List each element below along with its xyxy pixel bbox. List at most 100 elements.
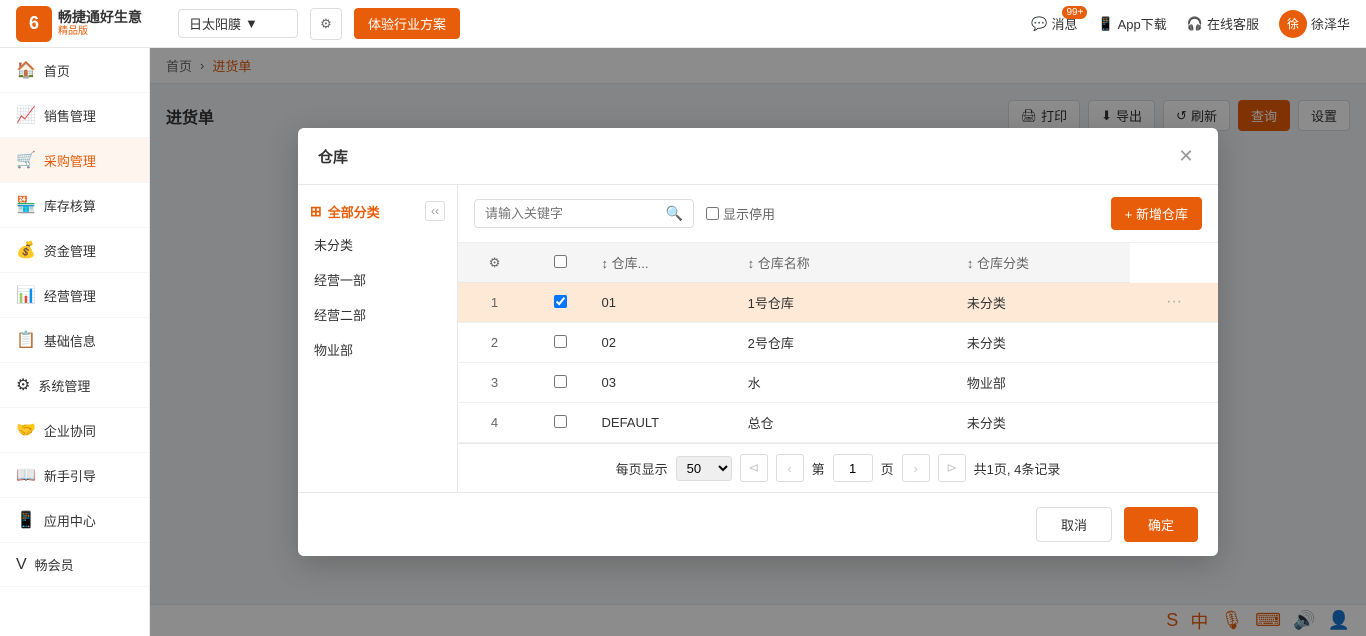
sort-icon-name: ↕	[748, 256, 755, 271]
category-item-property[interactable]: 物业部	[298, 332, 457, 367]
dialog-close-button[interactable]: ✕	[1174, 144, 1198, 168]
next-page-button[interactable]: ›	[902, 454, 930, 482]
sidebar-label-business: 经营管理	[44, 286, 96, 305]
sales-icon: 📈	[16, 105, 36, 125]
table-row[interactable]: 4 DEFAULT 总仓 未分类	[458, 403, 1218, 443]
enterprise-icon: 🤝	[16, 420, 36, 440]
sort-icon-cat: ↕	[967, 256, 974, 271]
last-page-button[interactable]: ⊳	[938, 454, 966, 482]
select-all-checkbox[interactable]	[554, 255, 567, 268]
table-row[interactable]: 2 02 2号仓库 未分类	[458, 323, 1218, 363]
sidebar-item-system[interactable]: ⚙ 系统管理	[0, 363, 149, 408]
per-page-label: 每页显示	[616, 459, 668, 478]
message-button[interactable]: 💬 消息 99+	[1031, 14, 1077, 33]
home-icon: 🏠	[16, 60, 36, 80]
show-disabled-label[interactable]: 显示停用	[706, 204, 775, 223]
row-code: 02	[590, 323, 736, 363]
first-page-button[interactable]: ⊲	[740, 454, 768, 482]
sidebar-label-vip: 畅会员	[35, 555, 74, 574]
row-number: 1	[458, 283, 531, 323]
sidebar-label-sales: 销售管理	[44, 106, 96, 125]
category-item-ops1[interactable]: 经营一部	[298, 262, 457, 297]
show-disabled-text: 显示停用	[723, 204, 775, 223]
dialog-header: 仓库 ✕	[298, 128, 1218, 185]
sidebar-item-sales[interactable]: 📈 销售管理	[0, 93, 149, 138]
purchase-icon: 🛒	[16, 150, 36, 170]
all-categories-label: 全部分类	[328, 202, 380, 221]
sidebar-label-finance: 资金管理	[44, 241, 96, 260]
row-name: 2号仓库	[736, 323, 955, 363]
avatar: 徐	[1279, 10, 1307, 38]
pagination-bar: 每页显示 50 100 200 ⊲ ‹ 第 页 ›	[458, 443, 1218, 492]
search-input[interactable]	[485, 206, 660, 221]
sidebar-item-purchase[interactable]: 🛒 采购管理	[0, 138, 149, 183]
system-icon: ⚙	[16, 375, 30, 395]
dialog-title: 仓库	[318, 146, 348, 167]
app-download-button[interactable]: 📱 App下载	[1097, 14, 1166, 33]
confirm-button[interactable]: 确定	[1124, 507, 1198, 542]
sidebar-item-inventory[interactable]: 🏪 库存核算	[0, 183, 149, 228]
vip-icon: V	[16, 556, 27, 574]
total-info: 共1页, 4条记录	[974, 459, 1061, 478]
sidebar-label-basic-info: 基础信息	[44, 331, 96, 350]
settings-gear-button[interactable]: ⚙	[310, 8, 342, 40]
sidebar-item-guide[interactable]: 📖 新手引导	[0, 453, 149, 498]
table-row[interactable]: 1 01 1号仓库 未分类 ···	[458, 283, 1218, 323]
dialog-body: ⊞ 全部分类 ‹‹ 未分类 经营一部 经营二部 物业部	[298, 185, 1218, 492]
row-category: 未分类	[955, 323, 1130, 363]
category-item-ops2[interactable]: 经营二部	[298, 297, 457, 332]
online-service-button[interactable]: 🎧 在线客服	[1187, 14, 1259, 33]
trial-button[interactable]: 体验行业方案	[354, 8, 460, 39]
row-number: 3	[458, 363, 531, 403]
sidebar-item-basic-info[interactable]: 📋 基础信息	[0, 318, 149, 363]
store-selector[interactable]: 日太阳膜 ▼	[178, 9, 298, 38]
row-checkbox[interactable]	[554, 295, 567, 308]
row-more-actions[interactable]: ···	[1166, 293, 1182, 310]
row-code: 01	[590, 283, 736, 323]
user-menu-button[interactable]: 徐 徐泽华	[1279, 10, 1350, 38]
row-category: 未分类	[955, 283, 1130, 323]
sidebar-item-vip[interactable]: V 畅会员	[0, 543, 149, 587]
sidebar-item-business[interactable]: 📊 经营管理	[0, 273, 149, 318]
sidebar-item-enterprise[interactable]: 🤝 企业协同	[0, 408, 149, 453]
row-checkbox[interactable]	[554, 375, 567, 388]
cancel-button[interactable]: 取消	[1036, 507, 1112, 542]
online-service-label: 在线客服	[1207, 14, 1259, 33]
mobile-icon: 📱	[1097, 16, 1113, 32]
page-label: 页	[881, 459, 894, 478]
all-categories-button[interactable]: ⊞ 全部分类	[310, 202, 380, 221]
gear-icon: ⚙	[320, 16, 332, 32]
logo-main-text: 畅捷通好生意	[58, 9, 142, 26]
sidebar-label-system: 系统管理	[38, 376, 90, 395]
category-panel: ⊞ 全部分类 ‹‹ 未分类 经营一部 经营二部 物业部	[298, 185, 458, 492]
dropdown-arrow-icon: ▼	[245, 16, 258, 31]
prev-page-button[interactable]: ‹	[776, 454, 804, 482]
sidebar-item-finance[interactable]: 💰 资金管理	[0, 228, 149, 273]
table-header-checkbox	[531, 243, 589, 283]
category-collapse-button[interactable]: ‹‹	[425, 201, 445, 221]
per-page-select[interactable]: 50 100 200	[676, 456, 732, 481]
category-header: ⊞ 全部分类 ‹‹	[298, 195, 457, 227]
store-name: 日太阳膜	[189, 14, 241, 33]
category-item-unclassified[interactable]: 未分类	[298, 227, 457, 262]
table-row[interactable]: 3 03 水 物业部	[458, 363, 1218, 403]
top-header: 6 畅捷通好生意 精品版 日太阳膜 ▼ ⚙ 体验行业方案 💬 消息 99+ 📱 …	[0, 0, 1366, 48]
finance-icon: 💰	[16, 240, 36, 260]
show-disabled-checkbox[interactable]	[706, 207, 719, 220]
sidebar-item-home[interactable]: 🏠 首页	[0, 48, 149, 93]
dialog-overlay[interactable]: 仓库 ✕ ⊞ 全部分类 ‹‹ 未分类	[150, 48, 1366, 636]
row-checkbox-cell	[531, 403, 589, 443]
header-right: 💬 消息 99+ 📱 App下载 🎧 在线客服 徐 徐泽华	[1031, 10, 1350, 38]
sidebar-label-purchase: 采购管理	[44, 151, 96, 170]
search-input-wrap: 🔍	[474, 199, 694, 228]
row-number: 4	[458, 403, 531, 443]
row-checkbox[interactable]	[554, 415, 567, 428]
apps-icon: 📱	[16, 510, 36, 530]
row-category: 物业部	[955, 363, 1130, 403]
row-checkbox[interactable]	[554, 335, 567, 348]
sidebar-item-apps[interactable]: 📱 应用中心	[0, 498, 149, 543]
page-number-input[interactable]	[833, 454, 873, 482]
search-icon[interactable]: 🔍	[666, 205, 683, 222]
right-panel: 🔍 显示停用 + 新增仓库	[458, 185, 1218, 492]
add-warehouse-button[interactable]: + 新增仓库	[1111, 197, 1202, 230]
